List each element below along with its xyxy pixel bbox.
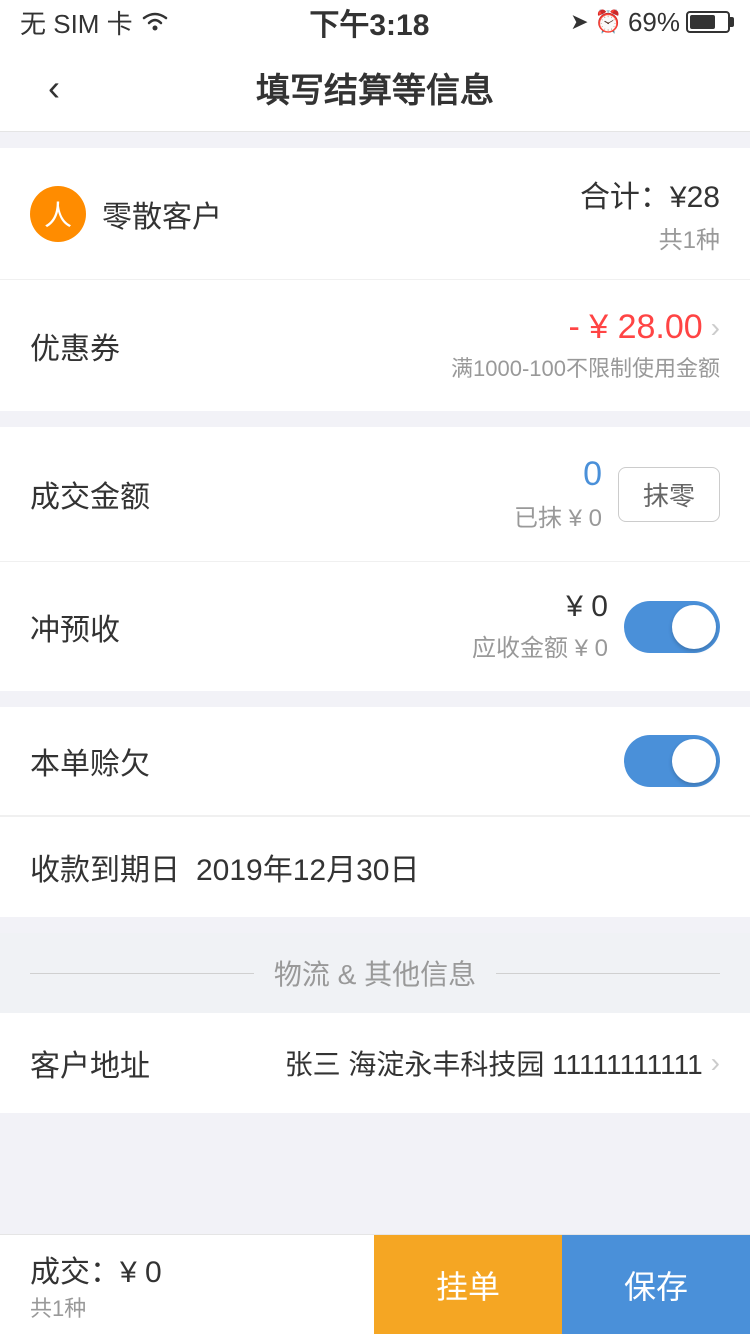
rounding-button[interactable]: 抹零 [618,467,720,522]
battery-percent: 69% [628,7,680,38]
transaction-amount-row: 成交金额 0 已抹 ¥ 0 抹零 [0,427,750,562]
prepayment-toggle[interactable] [624,601,720,653]
avatar-icon: 人 [44,194,72,234]
bottom-transaction-amount: ¥ 0 [120,1256,162,1289]
avatar: 人 [30,186,86,242]
page-title: 填写结算等信息 [256,63,494,112]
prepayment-right: ¥ 0 应收金额 ¥ 0 [472,590,720,663]
bottom-transaction: 成交：¥ 0 [30,1247,344,1291]
bottom-transaction-label: 成交： [30,1256,120,1289]
debt-section: 本单赊欠 收款到期日 2019年12月30日 [0,707,750,917]
total-count: 共1种 [580,220,720,255]
address-value: 张三 海淀永丰科技园 11111111111 [285,1043,703,1083]
location-icon: ➤ [570,9,588,35]
status-time: 下午3:18 [309,0,429,44]
status-right: ➤ ⏰ 69% [570,7,730,38]
save-button[interactable]: 保存 [562,1235,750,1334]
chevron-right-icon: › [711,312,720,344]
logistics-divider: 物流 & 其他信息 [0,933,750,1013]
coupon-description: 满1000-100不限制使用金额 [451,351,720,383]
due-date-row: 收款到期日 2019年12月30日 [0,816,750,917]
wifi-icon [141,7,169,38]
status-left: 无 SIM 卡 [20,4,169,41]
address-label: 客户地址 [30,1041,150,1085]
debt-label: 本单赊欠 [30,739,150,783]
customer-left: 人 零散客户 [30,186,222,242]
debt-row: 本单赊欠 [0,707,750,816]
debt-toggle-knob [672,739,716,783]
logistics-label: 物流 & 其他信息 [274,953,476,993]
prepayment-row: 冲预收 ¥ 0 应收金额 ¥ 0 [0,562,750,691]
bottom-bar: 成交：¥ 0 共1种 挂单 保存 [0,1234,750,1334]
address-row[interactable]: 客户地址 张三 海淀永丰科技园 11111111111 › [0,1013,750,1113]
back-button[interactable]: ‹ [24,58,84,118]
transaction-amount-label: 成交金额 [30,472,150,516]
coupon-row[interactable]: 优惠券 - ¥ 28.00 › 满1000-100不限制使用金额 [0,279,750,411]
due-date-value: 2019年12月30日 [196,845,419,889]
transaction-amount-right: 0 已抹 ¥ 0 抹零 [514,455,720,533]
bottom-count: 共1种 [30,1291,344,1323]
prepayment-label: 冲预收 [30,605,120,649]
address-right: 张三 海淀永丰科技园 11111111111 › [150,1043,720,1083]
address-chevron-icon: › [711,1047,720,1079]
address-section: 客户地址 张三 海淀永丰科技园 11111111111 › [0,1013,750,1113]
prepayment-amount: ¥ 0 [472,590,608,624]
coupon-amount: - ¥ 28.00 [568,308,702,347]
customer-name: 零散客户 [102,192,222,236]
divider-line-left [30,973,254,974]
status-bar: 无 SIM 卡 下午3:18 ➤ ⏰ 69% [0,0,750,44]
transaction-section: 成交金额 0 已抹 ¥ 0 抹零 冲预收 ¥ 0 应收金额 ¥ 0 [0,427,750,691]
coupon-label: 优惠券 [30,324,120,368]
debt-right [624,735,720,787]
transaction-sub-text: 已抹 ¥ 0 [514,498,602,533]
pending-button[interactable]: 挂单 [374,1235,562,1334]
divider-line-right [496,973,720,974]
carrier-text: 无 SIM 卡 [20,4,133,41]
prepayment-sub-text: 应收金额 ¥ 0 [472,628,608,663]
toggle-knob [672,605,716,649]
total-amount: 合计：¥28 [580,172,720,216]
transaction-amount-value[interactable]: 0 [514,455,602,494]
alarm-icon: ⏰ [595,9,622,35]
battery-icon [686,11,730,33]
customer-section: 人 零散客户 合计：¥28 共1种 优惠券 - ¥ 28.00 › 满1000-… [0,148,750,411]
debt-toggle[interactable] [624,735,720,787]
bottom-info: 成交：¥ 0 共1种 [0,1235,374,1334]
customer-right: 合计：¥28 共1种 [580,172,720,255]
nav-bar: ‹ 填写结算等信息 [0,44,750,132]
due-date-label: 收款到期日 [30,845,180,889]
customer-row: 人 零散客户 合计：¥28 共1种 [0,148,750,279]
